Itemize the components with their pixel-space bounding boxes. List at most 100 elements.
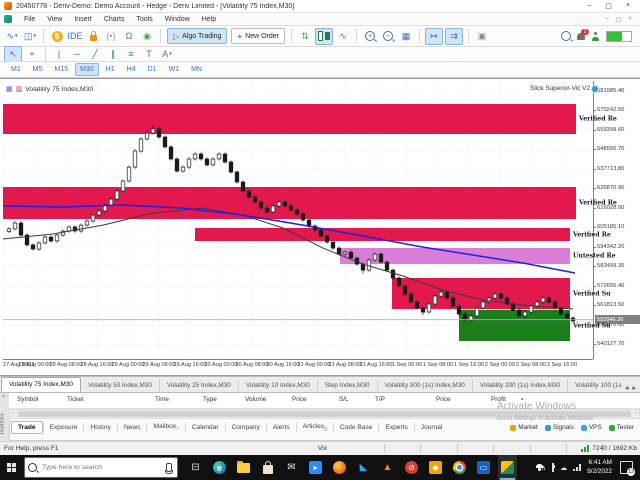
- chart-tab[interactable]: Step Index,M30: [318, 379, 378, 392]
- fibonacci-icon[interactable]: ≡: [123, 47, 139, 62]
- menu-tools[interactable]: Tools: [130, 16, 158, 23]
- taskbar-search[interactable]: [24, 457, 178, 478]
- toolbox-tab-mailbox[interactable]: Mailbox7: [147, 421, 184, 433]
- chart-tab[interactable]: Volatility 300 (1s) Index,M30: [378, 379, 473, 392]
- column-price[interactable]: Price: [436, 396, 451, 403]
- toolbox-horizontal-scrollbar[interactable]: ‹ ›: [9, 409, 640, 419]
- taskbar-chrome-icon[interactable]: [450, 455, 469, 480]
- column-symbol[interactable]: Symbol: [17, 396, 38, 403]
- chart-tab[interactable]: Volatility 25 Index,M30: [160, 379, 239, 392]
- crosshair-icon[interactable]: +: [24, 47, 40, 62]
- timeframe-W1[interactable]: W1: [164, 63, 185, 76]
- toolbox-tab-history[interactable]: History: [84, 422, 117, 433]
- chart-tab[interactable]: Volatility 10 Index,M30: [239, 379, 318, 392]
- close-button[interactable]: ×: [626, 2, 630, 10]
- column-type[interactable]: Type: [203, 396, 217, 403]
- community-icon[interactable]: ◉: [139, 29, 155, 44]
- menu-charts[interactable]: Charts: [98, 16, 131, 23]
- notifications-bell-icon[interactable]: 1: [577, 28, 589, 40]
- bell-lamp-icon[interactable]: Ω: [121, 29, 137, 44]
- search-input[interactable]: [40, 463, 163, 472]
- trendline-icon[interactable]: ╱: [87, 47, 103, 62]
- column-profit[interactable]: Profit: [491, 396, 506, 403]
- taskbar-clock[interactable]: 6:41 AM 9/2/2022: [587, 459, 612, 476]
- chart-profile-icon[interactable]: ◫ ▾: [22, 29, 38, 44]
- column-sl[interactable]: S/L: [339, 396, 349, 403]
- screenshot-icon[interactable]: ▣: [474, 29, 490, 44]
- mdi-restore-button[interactable]: ▢: [616, 16, 622, 23]
- mdi-close-button[interactable]: ×: [628, 16, 632, 23]
- tabs-scroll-left-icon[interactable]: ◂: [625, 384, 629, 392]
- taskbar-firefox-icon[interactable]: [330, 455, 349, 480]
- timeframe-M1[interactable]: M1: [6, 63, 26, 76]
- microphone-icon[interactable]: [165, 463, 173, 474]
- toolbox-link-market[interactable]: Market: [510, 424, 538, 431]
- taskbar-remote-desktop-icon[interactable]: ▭: [474, 455, 493, 480]
- shapes-icon[interactable]: A ▾: [159, 47, 175, 62]
- start-button[interactable]: [0, 455, 24, 480]
- algo-trading-button[interactable]: ▷ Algo Trading: [167, 28, 228, 44]
- cursor-icon[interactable]: ↖: [4, 45, 22, 63]
- new-order-button[interactable]: + New Order: [231, 28, 285, 44]
- taskbar-mail-icon[interactable]: ✉: [282, 455, 301, 480]
- menu-help[interactable]: Help: [196, 16, 222, 23]
- taskbar-finance-app-icon[interactable]: ◆: [426, 455, 445, 480]
- horizontal-line-icon[interactable]: ─: [69, 47, 85, 62]
- toolbox-tab-experts[interactable]: Experts: [379, 422, 413, 433]
- action-center-icon[interactable]: 13: [620, 461, 635, 476]
- mdi-minimize-button[interactable]: –: [605, 16, 608, 23]
- scroll-right-icon[interactable]: ›: [635, 410, 637, 418]
- lock-icon[interactable]: [85, 29, 101, 44]
- chart-tab[interactable]: Volatility 50 Index,M30: [81, 379, 160, 392]
- toolbox-link-vps[interactable]: VPS: [580, 424, 602, 431]
- taskbar-vlc-icon[interactable]: ▲: [378, 455, 397, 480]
- menu-window[interactable]: Window: [159, 16, 196, 23]
- toolbox-link-signals[interactable]: Signals: [544, 424, 574, 431]
- maximize-button[interactable]: ▢: [605, 2, 612, 10]
- scroll-left-icon[interactable]: ‹: [12, 410, 14, 418]
- taskbar-file-explorer-icon[interactable]: [234, 455, 253, 480]
- column-time[interactable]: Time: [155, 396, 169, 403]
- column-tp[interactable]: T/P: [375, 396, 385, 403]
- battery-icon[interactable]: [552, 463, 555, 472]
- taskbar-vscode-icon[interactable]: ◣: [354, 455, 373, 480]
- column-volume[interactable]: Volume: [245, 396, 266, 403]
- community-person-icon[interactable]: [591, 31, 600, 41]
- indicator-settings-icon[interactable]: [592, 85, 598, 92]
- timeframe-H4[interactable]: H4: [122, 63, 141, 76]
- minimize-button[interactable]: –: [587, 2, 591, 10]
- chart-type-icon[interactable]: ∿ ▾: [4, 29, 20, 44]
- shift-chart-icon[interactable]: ↦: [424, 27, 443, 45]
- timeframe-D1[interactable]: D1: [143, 63, 162, 76]
- deposit-icon[interactable]: $: [49, 29, 65, 44]
- price-axis[interactable]: 681085.40 670242.50 659399.60 648556.70 6377…: [592, 81, 640, 359]
- tabs-scroll-right-icon[interactable]: ▸: [632, 384, 636, 392]
- candle-chart-icon[interactable]: [314, 27, 333, 45]
- toolbox-tab-articles[interactable]: Articles3: [297, 421, 333, 433]
- taskbar-meet-icon[interactable]: ▸: [306, 455, 325, 480]
- text-icon[interactable]: T: [141, 47, 157, 62]
- taskbar-blocked-app-icon[interactable]: ⊘: [402, 455, 421, 480]
- column-price[interactable]: Price: [292, 396, 307, 403]
- zoom-out-icon[interactable]: −: [380, 29, 396, 44]
- chart-tab[interactable]: Volatility 100 (1s) Index,M30: [568, 379, 622, 392]
- tick-chart-icon[interactable]: ⇅: [297, 29, 313, 44]
- timeframe-M15[interactable]: M15: [49, 63, 73, 76]
- menu-view[interactable]: View: [41, 16, 68, 23]
- vertical-line-icon[interactable]: |: [51, 47, 67, 62]
- toolbox-tab-code-base[interactable]: Code Base: [334, 422, 379, 433]
- auto-scroll-icon[interactable]: ⇉: [444, 27, 463, 45]
- wifi-icon[interactable]: [573, 464, 582, 471]
- toolbox-close-icon[interactable]: ×: [2, 394, 5, 400]
- chart-tab[interactable]: Volatility 200 (1s) Index,M30: [473, 379, 569, 392]
- timeframe-MN[interactable]: MN: [186, 63, 207, 76]
- taskbar-metatrader5-icon[interactable]: [498, 455, 517, 480]
- zoom-in-icon[interactable]: +: [362, 29, 378, 44]
- toolbox-tab-trade[interactable]: Trade: [11, 421, 43, 434]
- chart-plot[interactable]: [3, 81, 593, 360]
- taskbar-task-view-icon[interactable]: ⊟: [186, 455, 205, 480]
- ide-icon[interactable]: IDE: [67, 29, 83, 44]
- line-chart-icon[interactable]: ∿: [335, 29, 351, 44]
- menu-insert[interactable]: Insert: [68, 16, 98, 23]
- toolbox-tab-company[interactable]: Company: [226, 422, 266, 433]
